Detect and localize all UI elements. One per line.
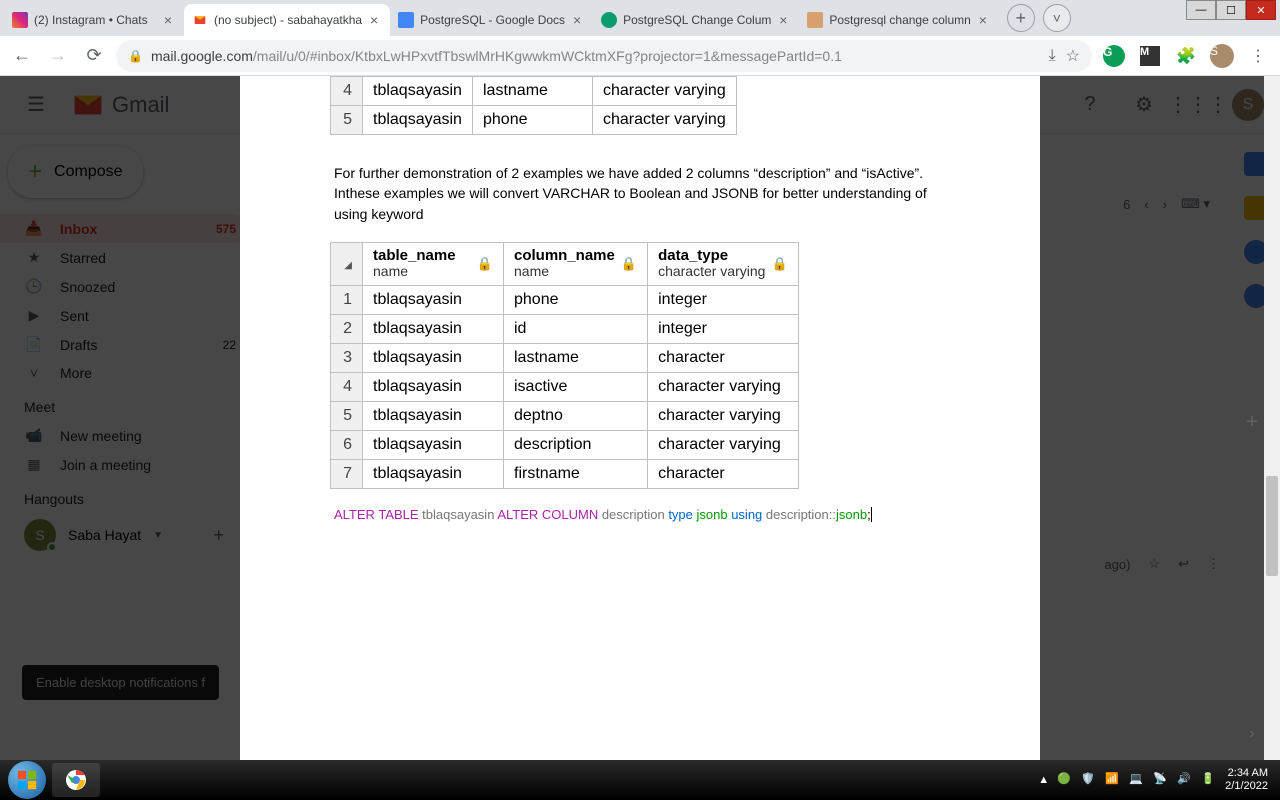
grammarly-extension-icon[interactable]: G (1100, 42, 1128, 70)
tray-icon[interactable]: 📶 (1105, 772, 1121, 788)
gmail-icon (192, 12, 208, 28)
tab-instagram[interactable]: (2) Instagram • Chats × (4, 4, 184, 36)
table-row: 7tblaqsayasinfirstnamecharacter (331, 459, 799, 488)
window-maximize-button[interactable]: ☐ (1216, 0, 1246, 20)
lock-icon: 🔒 (477, 256, 493, 272)
browser-tabs-bar: (2) Instagram • Chats × (no subject) - s… (0, 0, 1280, 36)
show-hidden-icons[interactable]: ▲ (1038, 774, 1049, 786)
back-button[interactable]: ← (8, 42, 36, 70)
tray-icon[interactable]: 💻 (1129, 772, 1145, 788)
windows-taskbar: ▲ 🟢 🛡️ 📶 💻 📡 🔊 🔋 2:34 AM 2/1/2022 (0, 760, 1280, 800)
close-icon[interactable]: × (569, 12, 585, 28)
lock-icon: 🔒 (771, 256, 787, 272)
site-icon (601, 12, 617, 28)
profile-avatar[interactable]: S (1208, 42, 1236, 70)
vertical-scrollbar[interactable] (1264, 76, 1280, 760)
tab-gdocs[interactable]: PostgreSQL - Google Docs × (390, 4, 593, 36)
schema-table-full: ◢ table_namename🔒column_namename🔒data_ty… (330, 242, 799, 489)
sort-icon: ◢ (344, 260, 352, 271)
lock-icon: 🔒 (621, 256, 637, 272)
tab-title: PostgreSQL - Google Docs (420, 13, 565, 27)
add-sidepanel-icon[interactable]: + (1240, 410, 1264, 434)
system-tray: ▲ 🟢 🛡️ 📶 💻 📡 🔊 🔋 2:34 AM 2/1/2022 (1038, 767, 1272, 792)
sql-statement: ALTER TABLE tblaqsayasin ALTER COLUMN de… (334, 507, 1040, 523)
window-close-button[interactable]: ✕ (1246, 0, 1276, 20)
window-minimize-button[interactable]: — (1186, 0, 1216, 20)
address-bar[interactable]: 🔒 mail.google.com/mail/u/0/#inbox/KtbxLw… (116, 40, 1092, 72)
table-row: 5tblaqsayasinphonecharacter varying (331, 106, 737, 135)
volume-icon[interactable]: 🔊 (1177, 772, 1193, 788)
close-icon[interactable]: × (160, 12, 176, 28)
tab-pg-column[interactable]: Postgresql change column × (799, 4, 998, 36)
extension-icon[interactable]: M (1136, 42, 1164, 70)
table-row: 4tblaqsayasinisactivecharacter varying (331, 372, 799, 401)
tab-gmail[interactable]: (no subject) - sabahayatkha × (184, 4, 390, 36)
tab-title: (2) Instagram • Chats (34, 13, 156, 27)
network-icon[interactable]: 📡 (1153, 772, 1169, 788)
lock-icon: 🔒 (128, 49, 143, 63)
chrome-profile-button[interactable]: ˅ (1043, 4, 1071, 32)
table-row: 3tblaqsayasinlastnamecharacter (331, 343, 799, 372)
forward-button[interactable]: → (44, 42, 72, 70)
install-icon[interactable]: ⤓ (1049, 47, 1056, 65)
tab-pg-change[interactable]: PostgreSQL Change Colum × (593, 4, 799, 36)
start-button[interactable] (8, 761, 46, 799)
body-paragraph: For further demonstration of 2 examples … (334, 163, 946, 224)
bookmark-icon[interactable]: ☆ (1066, 46, 1080, 66)
table-row: 1tblaqsayasinphoneinteger (331, 285, 799, 314)
table-row: 6tblaqsayasindescriptioncharacter varyin… (331, 430, 799, 459)
table-row: 4tblaqsayasinlastnamecharacter varying (331, 77, 737, 106)
collapse-rail-icon[interactable]: › (1240, 722, 1264, 746)
schema-table-partial: 4tblaqsayasinlastnamecharacter varying5t… (330, 76, 737, 135)
scrollbar-thumb[interactable] (1266, 476, 1278, 576)
table-row: 2tblaqsayasinidinteger (331, 314, 799, 343)
tray-icon[interactable]: 🛡️ (1081, 772, 1097, 788)
close-icon[interactable]: × (775, 12, 791, 28)
chrome-taskbar-icon[interactable] (52, 763, 100, 797)
instagram-icon (12, 12, 28, 28)
chrome-menu-icon[interactable]: ⋮ (1244, 42, 1272, 70)
attachment-viewer: 4tblaqsayasinlastnamecharacter varying5t… (240, 76, 1040, 760)
tab-title: PostgreSQL Change Colum (623, 13, 771, 27)
gdocs-icon (398, 12, 414, 28)
clock[interactable]: 2:34 AM 2/1/2022 (1225, 767, 1272, 792)
tab-title: Postgresql change column (829, 13, 970, 27)
tray-icon[interactable]: 🟢 (1057, 772, 1073, 788)
tab-title: (no subject) - sabahayatkha (214, 13, 362, 27)
reload-button[interactable]: ⟳ (80, 42, 108, 70)
browser-toolbar: ← → ⟳ 🔒 mail.google.com/mail/u/0/#inbox/… (0, 36, 1280, 76)
table-row: 5tblaqsayasindeptnocharacter varying (331, 401, 799, 430)
close-icon[interactable]: × (975, 12, 991, 28)
url-text: mail.google.com/mail/u/0/#inbox/KtbxLwHP… (151, 48, 1043, 64)
site-icon (807, 12, 823, 28)
extensions-menu-icon[interactable]: 🧩 (1172, 42, 1200, 70)
battery-icon[interactable]: 🔋 (1201, 772, 1217, 788)
close-icon[interactable]: × (366, 12, 382, 28)
new-tab-button[interactable]: + (1007, 4, 1035, 32)
